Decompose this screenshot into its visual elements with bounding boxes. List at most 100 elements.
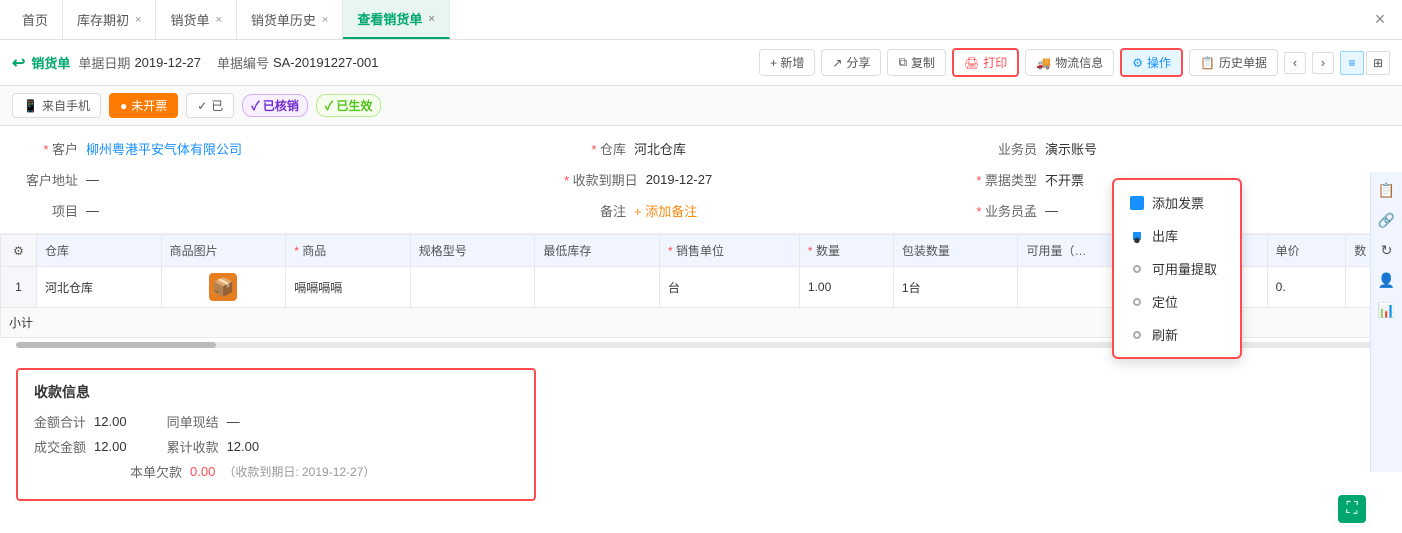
salesman-value: — — [1045, 203, 1058, 218]
note-add-btn[interactable]: + 添加备注 — [634, 201, 697, 220]
staff-value: 演示账号 — [1045, 139, 1097, 158]
operations-button[interactable]: ⚙ 操作 — [1120, 48, 1183, 77]
customer-value[interactable]: 柳州粤港平安气体有限公司 — [86, 139, 242, 158]
payment-row-2: 成交金额 12.00 累计收款 12.00 — [34, 437, 518, 456]
refresh-icon — [1133, 331, 1141, 339]
col-spec: 规格型号 — [410, 235, 535, 267]
col-pkg-qty: 包装数量 — [893, 235, 1018, 267]
doc-date-field: 单据日期 2019-12-27 — [78, 53, 201, 72]
from-phone-button[interactable]: 📱 来自手机 — [12, 93, 101, 118]
doc-no-value: SA-20191227-001 — [273, 55, 379, 70]
form-row-1: 客户 柳州粤港平安气体有限公司 仓库 河北仓库 业务员 演示账号 — [16, 136, 1386, 161]
check-circle-icon: ✓ — [251, 99, 259, 113]
add-invoice-icon — [1130, 196, 1144, 210]
tab-view-sales[interactable]: 查看销货单 × — [343, 0, 449, 39]
share-icon: ↗ — [832, 56, 842, 70]
warehouse-field: 仓库 河北仓库 — [564, 136, 975, 161]
row-min-stock — [535, 267, 660, 308]
tab-sales-history-label: 销货单历史 — [251, 10, 316, 29]
plus-icon: + — [634, 204, 645, 219]
outbound-icon: ● — [1133, 232, 1141, 240]
payment-row-1: 金额合计 12.00 同单现结 — — [34, 412, 518, 431]
sidebar-icon-refresh[interactable]: ↻ — [1373, 236, 1401, 264]
doc-no-label: 单据编号 — [217, 53, 269, 72]
tab-sales-order[interactable]: 销货单 × — [156, 0, 236, 39]
checkmark-icon: ✓ — [325, 99, 333, 113]
tab-sales-order-label: 销货单 — [170, 10, 209, 29]
row-warehouse: 河北仓库 — [37, 267, 162, 308]
scroll-thumb[interactable] — [16, 342, 216, 348]
print-icon: 🖨 — [964, 56, 979, 70]
row-product: 嗝嗝嗝嗝 — [286, 267, 411, 308]
print-button[interactable]: 🖨 打印 — [952, 48, 1019, 77]
history-button[interactable]: 📋 历史单据 — [1189, 49, 1278, 76]
col-unit: * 销售单位 — [659, 235, 799, 267]
dropdown-available-qty[interactable]: 可用量提取 — [1114, 252, 1240, 285]
logistics-icon: 🚚 — [1036, 56, 1051, 70]
invoice-value: 不开票 — [1045, 170, 1084, 189]
expand-button[interactable]: ⛶ — [1338, 495, 1366, 523]
note-label: 备注 — [564, 201, 634, 220]
doc-type-label: 销货单 — [31, 53, 70, 72]
note-field: 备注 + 添加备注 — [564, 198, 975, 223]
grid-view-btn[interactable]: ⊞ — [1366, 51, 1390, 75]
dropdown-add-invoice[interactable]: 添加发票 — [1114, 186, 1240, 219]
col-price: 单价 — [1267, 235, 1346, 267]
dropdown-refresh[interactable]: 刷新 — [1114, 318, 1240, 351]
salesman-label: 业务员孟 — [975, 201, 1045, 220]
dropdown-locate[interactable]: 定位 — [1114, 285, 1240, 318]
list-view-btn[interactable]: ≡ — [1340, 51, 1364, 75]
sidebar-icon-clipboard[interactable]: 📋 — [1373, 176, 1401, 204]
tab-sales-history-close[interactable]: × — [322, 14, 328, 26]
window-close-button[interactable]: × — [1366, 6, 1394, 34]
tab-view-sales-close[interactable]: × — [428, 13, 434, 25]
col-image: 商品图片 — [161, 235, 286, 267]
project-value: — — [86, 203, 99, 218]
invoice-icon: ● — [120, 99, 127, 113]
tab-bar: 首页 库存期初 × 销货单 × 销货单历史 × 查看销货单 × × — [0, 0, 1402, 40]
dropdown-outbound[interactable]: ● 出库 — [1114, 219, 1240, 252]
address-label: 客户地址 — [16, 170, 86, 189]
next-arrow[interactable]: › — [1312, 52, 1334, 74]
new-button[interactable]: + 新增 — [759, 49, 815, 76]
copy-button[interactable]: ⧉ 复制 — [887, 49, 946, 76]
tab-home[interactable]: 首页 — [8, 0, 63, 39]
tab-inventory-close[interactable]: × — [135, 14, 141, 26]
secondary-toolbar: 📱 来自手机 ● 未开票 ✓ 已 ✓ 已核销 ✓ 已生效 — [0, 86, 1402, 126]
sidebar-icon-chart[interactable]: 📊 — [1373, 296, 1401, 324]
copy-icon: ⧉ — [898, 55, 907, 70]
tab-view-sales-label: 查看销货单 — [357, 9, 422, 28]
row-unit: 台 — [659, 267, 799, 308]
tab-inventory-label: 库存期初 — [77, 10, 129, 29]
view-toggle: ≡ ⊞ — [1340, 51, 1390, 75]
sidebar-icon-link[interactable]: 🔗 — [1373, 206, 1401, 234]
product-image: 📦 — [209, 273, 237, 301]
doc-meta: 单据日期 2019-12-27 单据编号 SA-20191227-001 — [78, 53, 751, 72]
check-icon: ✓ — [197, 99, 207, 113]
prev-arrow[interactable]: ‹ — [1284, 52, 1306, 74]
deal-amount-label: 成交金额 — [34, 437, 86, 456]
project-field: 项目 — — [16, 198, 564, 223]
staff-label: 业务员 — [975, 139, 1045, 158]
deal-amount-field: 成交金额 12.00 — [34, 437, 127, 456]
col-warehouse: 仓库 — [37, 235, 162, 267]
doc-title: ↩ 销货单 — [12, 53, 70, 73]
tab-sales-order-close[interactable]: × — [215, 14, 221, 26]
tab-inventory[interactable]: 库存期初 × — [63, 0, 156, 39]
logistics-button[interactable]: 🚚 物流信息 — [1025, 49, 1114, 76]
payment-title: 收款信息 — [34, 382, 518, 402]
confirmed-button[interactable]: ✓ 已 — [186, 93, 234, 118]
staff-field: 业务员 演示账号 — [975, 136, 1386, 161]
sidebar-icon-user[interactable]: 👤 — [1373, 266, 1401, 294]
share-button[interactable]: ↗ 分享 — [821, 49, 881, 76]
not-open-button[interactable]: ● 未开票 — [109, 93, 178, 118]
address-field: 客户地址 — — [16, 167, 564, 192]
due-value: 0.00 — [190, 464, 215, 479]
badge-shengxiao: ✓ 已生效 — [316, 94, 382, 117]
warehouse-label: 仓库 — [564, 139, 634, 158]
due-hint: （收款到期日: 2019-12-27） — [223, 463, 375, 480]
tab-sales-history[interactable]: 销货单历史 × — [237, 0, 343, 39]
row-qty: 1.00 — [799, 267, 893, 308]
tab-home-label: 首页 — [22, 10, 48, 29]
deal-amount-value: 12.00 — [94, 439, 127, 454]
